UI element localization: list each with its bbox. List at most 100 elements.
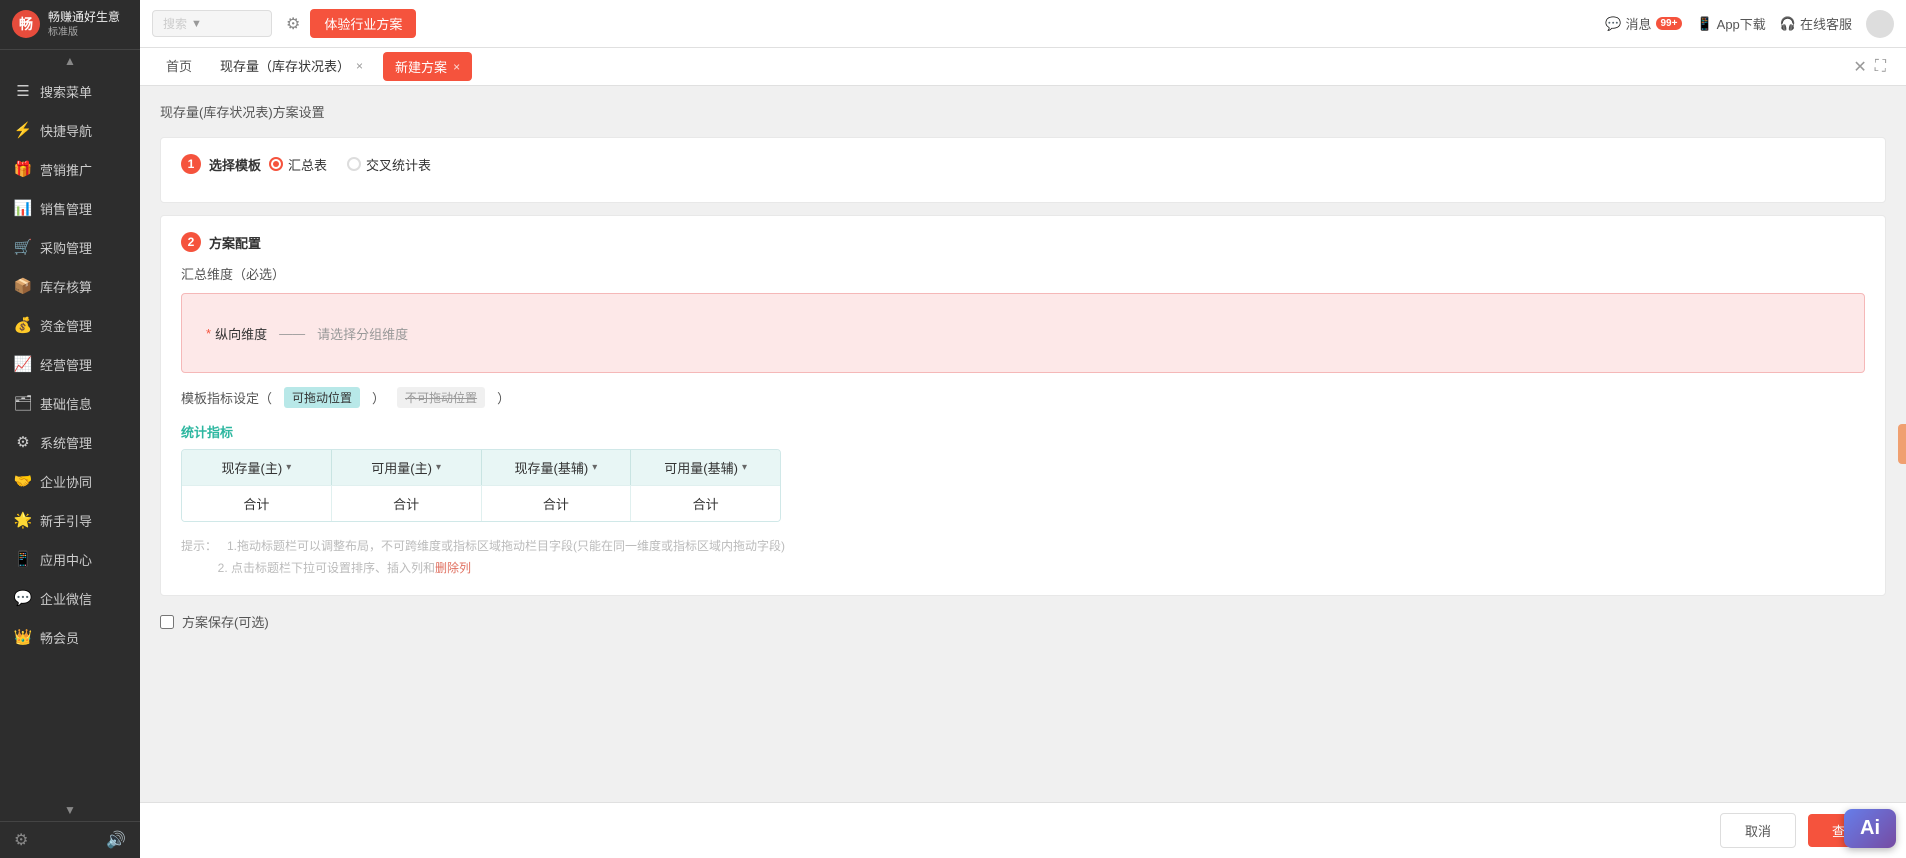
- main-area: 搜索 ▼ ⚙ 体验行业方案 💬 消息 99+ 📱 App下载 🎧 在线客服 首页: [140, 0, 1906, 858]
- sidebar-item-app-center[interactable]: 📱 应用中心: [0, 540, 140, 579]
- template-indicator-label: 模板指标设定（: [181, 388, 272, 407]
- sidebar-item-management[interactable]: 📈 经营管理: [0, 345, 140, 384]
- sidebar-item-label: 快捷导航: [40, 121, 92, 140]
- template-indicator-label3: ）: [497, 388, 510, 407]
- sidebar-item-label: 营销推广: [40, 160, 92, 179]
- dimension-dash: ——: [279, 326, 305, 341]
- app-logo-icon: 畅: [12, 10, 40, 38]
- step1-header: 1 选择模板 汇总表 交叉统计表: [181, 154, 1865, 174]
- cancel-button[interactable]: 取消: [1720, 813, 1796, 848]
- radio-cross-label: 交叉统计表: [366, 155, 431, 174]
- sidebar-item-sales[interactable]: 📊 销售管理: [0, 189, 140, 228]
- sidebar-item-basic-info[interactable]: 🗂 基础信息: [0, 384, 140, 423]
- sidebar-item-finance[interactable]: 💰 资金管理: [0, 306, 140, 345]
- tab-home[interactable]: 首页: [152, 48, 206, 85]
- sidebar-item-system[interactable]: ⚙ 系统管理: [0, 423, 140, 462]
- settings-icon[interactable]: ⚙: [14, 830, 28, 850]
- sidebar-item-quick-nav[interactable]: ⚡ 快捷导航: [0, 111, 140, 150]
- tips-text-1: 提示： 1.拖动标题栏可以调整布局，不可跨维度或指标区域拖动栏目字段(只能在同一…: [181, 536, 1865, 558]
- sidebar-scroll-up[interactable]: ▲: [0, 50, 140, 72]
- chevron-1-icon: ▾: [436, 462, 441, 473]
- step2-section: 2 方案配置 汇总维度（必选） * 纵向维度 —— 请选择分组维度 模板指标设定…: [160, 215, 1886, 596]
- radio-cross-indicator: [347, 157, 361, 171]
- headset-icon: 🎧: [1780, 16, 1796, 32]
- stats-col-2[interactable]: 现存量(基辅) ▾: [482, 450, 632, 485]
- window-close-icon[interactable]: ✕: [1853, 57, 1866, 77]
- sidebar-bottom: ⚙ 🔊: [0, 821, 140, 858]
- topbar-right: 💬 消息 99+ 📱 App下载 🎧 在线客服: [1605, 10, 1894, 38]
- sidebar-item-purchase[interactable]: 🛒 采购管理: [0, 228, 140, 267]
- radio-summary-indicator: [269, 157, 283, 171]
- tab-inventory[interactable]: 现存量（库存状况表） ×: [206, 48, 377, 85]
- stats-col-2-label: 现存量(基辅): [515, 458, 589, 477]
- sidebar-item-member[interactable]: 👑 畅会员: [0, 618, 140, 657]
- radio-summary-table[interactable]: 汇总表: [269, 155, 327, 174]
- sidebar-item-guide[interactable]: 🌟 新手引导: [0, 501, 140, 540]
- sound-icon[interactable]: 🔊: [106, 830, 126, 850]
- topbar: 搜索 ▼ ⚙ 体验行业方案 💬 消息 99+ 📱 App下载 🎧 在线客服: [140, 0, 1906, 48]
- tab-home-label: 首页: [166, 56, 192, 75]
- sidebar-item-search[interactable]: ☰ 搜索菜单: [0, 72, 140, 111]
- stats-col-0-label: 现存量(主): [222, 458, 283, 477]
- tab-new-scheme[interactable]: 新建方案 ×: [383, 52, 472, 81]
- search-dropdown-icon: ▼: [191, 18, 202, 30]
- step1-title: 选择模板: [209, 155, 261, 174]
- right-edge-handle[interactable]: [1898, 424, 1906, 464]
- template-radio-group: 汇总表 交叉统计表: [269, 155, 431, 174]
- messages-item[interactable]: 💬 消息 99+: [1605, 14, 1682, 33]
- required-mark: *: [206, 326, 211, 341]
- industry-btn[interactable]: 体验行业方案: [310, 9, 416, 38]
- chevron-3-icon: ▾: [742, 462, 747, 473]
- tabs-bar: 首页 现存量（库存状况表） × 新建方案 × ✕ ⛶: [140, 48, 1906, 86]
- save-scheme-checkbox[interactable]: [160, 615, 174, 629]
- sidebar-item-label: 畅会员: [40, 628, 79, 647]
- sidebar-item-marketing[interactable]: 🎁 营销推广: [0, 150, 140, 189]
- page-title: 现存量(库存状况表)方案设置: [160, 102, 1886, 121]
- topbar-gear-icon[interactable]: ⚙: [286, 14, 300, 34]
- non-draggable-tag: 不可拖动位置: [397, 387, 485, 408]
- step1-section: 1 选择模板 汇总表 交叉统计表: [160, 137, 1886, 203]
- stats-col-3[interactable]: 可用量(基辅) ▾: [631, 450, 780, 485]
- sidebar-item-label: 资金管理: [40, 316, 92, 335]
- tips-section: 提示： 1.拖动标题栏可以调整布局，不可跨维度或指标区域拖动栏目字段(只能在同一…: [181, 536, 1865, 579]
- search-input-area[interactable]: 搜索 ▼: [152, 10, 272, 37]
- sidebar-nav: ☰ 搜索菜单 ⚡ 快捷导航 🎁 营销推广 📊 销售管理 🛒 采购管理 📦 库存核…: [0, 72, 140, 799]
- phone-icon: 📱: [1696, 16, 1712, 32]
- sidebar-item-label: 系统管理: [40, 433, 92, 452]
- stats-col-1[interactable]: 可用量(主) ▾: [332, 450, 482, 485]
- stats-table-body: 合计 合计 合计 合计: [182, 485, 780, 521]
- sidebar-logo: 畅 畅赚通好生意 标准版: [0, 0, 140, 50]
- wechat-icon: 💬: [14, 589, 32, 607]
- sidebar-item-wechat[interactable]: 💬 企业微信: [0, 579, 140, 618]
- search-menu-icon: ☰: [14, 82, 32, 100]
- purchase-icon: 🛒: [14, 238, 32, 256]
- window-expand-icon[interactable]: ⛶: [1875, 58, 1886, 76]
- stats-col-0[interactable]: 现存量(主) ▾: [182, 450, 332, 485]
- sidebar-item-label: 经营管理: [40, 355, 92, 374]
- sidebar-item-enterprise[interactable]: 🤝 企业协同: [0, 462, 140, 501]
- draggable-tag: 可拖动位置: [284, 387, 360, 408]
- save-row: 方案保存(可选): [160, 612, 1886, 631]
- user-avatar[interactable]: [1866, 10, 1894, 38]
- ai-badge[interactable]: Ai: [1844, 809, 1896, 848]
- radio-cross-table[interactable]: 交叉统计表: [347, 155, 431, 174]
- tab-inventory-close[interactable]: ×: [356, 59, 363, 73]
- tab-new-scheme-close[interactable]: ×: [453, 60, 460, 74]
- app-download-item[interactable]: 📱 App下载: [1696, 14, 1765, 33]
- sidebar: 畅 畅赚通好生意 标准版 ▲ ☰ 搜索菜单 ⚡ 快捷导航 🎁 营销推广 📊 销售…: [0, 0, 140, 858]
- online-service-item[interactable]: 🎧 在线客服: [1780, 14, 1852, 33]
- tips-text-2: 2. 点击标题栏下拉可设置排序、插入列和删除列: [181, 558, 1865, 580]
- dimension-placeholder[interactable]: 请选择分组维度: [317, 324, 408, 343]
- messages-badge: 99+: [1656, 17, 1683, 30]
- stats-row-0-col-1: 合计: [332, 485, 482, 521]
- content-area: 现存量(库存状况表)方案设置 1 选择模板 汇总表 交叉统计表: [140, 86, 1906, 802]
- sidebar-item-inventory[interactable]: 📦 库存核算: [0, 267, 140, 306]
- stats-col-1-label: 可用量(主): [371, 458, 432, 477]
- sidebar-item-label: 新手引导: [40, 511, 92, 530]
- stats-table: 现存量(主) ▾ 可用量(主) ▾ 现存量(基辅) ▾ 可用量(基辅) ▾: [181, 449, 781, 522]
- stats-row-0-col-0: 合计: [182, 485, 332, 521]
- guide-icon: 🌟: [14, 511, 32, 529]
- dimension-label: 汇总维度（必选）: [181, 264, 1865, 283]
- sidebar-scroll-down[interactable]: ▼: [0, 799, 140, 821]
- sidebar-item-label: 应用中心: [40, 550, 92, 569]
